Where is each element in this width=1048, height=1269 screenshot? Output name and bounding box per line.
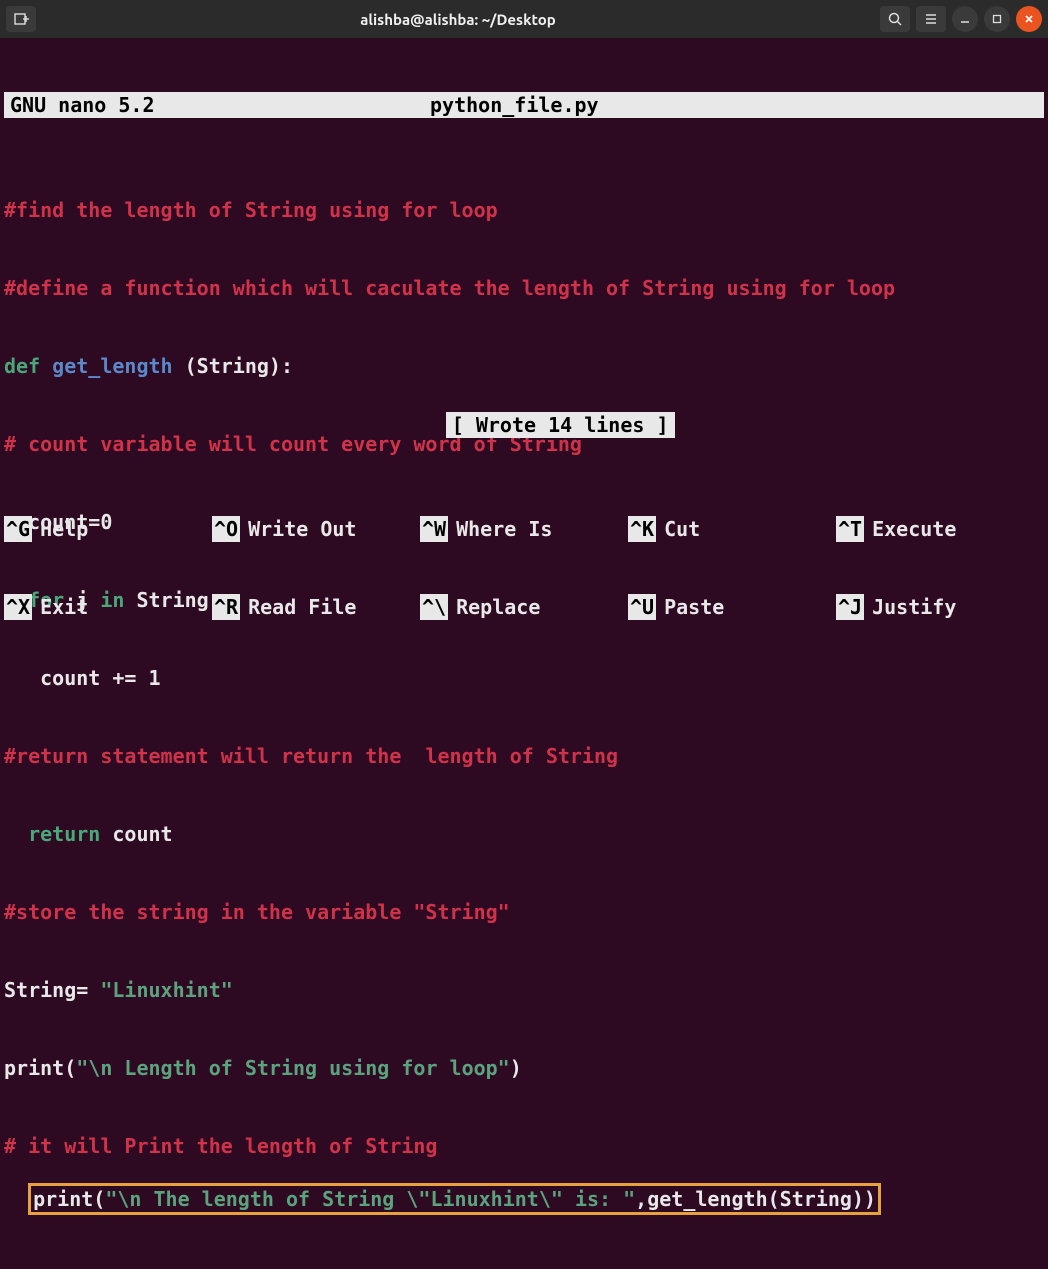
terminal-area[interactable]: GNU nano 5.2 python_file.py #find the le… (0, 38, 1048, 1269)
new-tab-button[interactable] (6, 6, 36, 32)
menu-button[interactable] (916, 6, 946, 32)
highlighted-line: print("\n The length of String \"Linuxhi… (28, 1183, 881, 1215)
shortcut-row: ^GHelp ^OWrite Out ^WWhere Is ^KCut ^TEx… (4, 516, 1044, 542)
status-line: [ Wrote 14 lines ] (4, 386, 1044, 464)
close-button[interactable] (1016, 6, 1042, 32)
search-button[interactable] (880, 6, 910, 32)
code-line: String= "Linuxhint" (4, 977, 1044, 1003)
nano-footer: [ Wrote 14 lines ] ^GHelp ^OWrite Out ^W… (4, 334, 1044, 672)
code-line: #store the string in the variable "Strin… (4, 899, 1044, 925)
status-message: [ Wrote 14 lines ] (446, 412, 675, 438)
code-line: print("\n Length of String using for loo… (4, 1055, 1044, 1081)
shortcut: ^XExit (4, 594, 212, 620)
shortcut: ^KCut (628, 516, 836, 542)
hamburger-icon (923, 11, 939, 27)
code-line: # it will Print the length of String (4, 1133, 1044, 1159)
minimize-button[interactable] (952, 6, 978, 32)
code-line: return count (4, 821, 1044, 847)
nano-app-name: GNU nano 5.2 (10, 92, 430, 118)
shortcut: ^TExecute (836, 516, 1044, 542)
code-line: #find the length of String using for loo… (4, 197, 1044, 223)
close-icon (1023, 13, 1035, 25)
shortcut: ^GHelp (4, 516, 212, 542)
minimize-icon (959, 13, 971, 25)
shortcut: ^UPaste (628, 594, 836, 620)
maximize-icon (991, 13, 1003, 25)
nano-header: GNU nano 5.2 python_file.py (4, 92, 1044, 118)
shortcut-row: ^XExit ^RRead File ^\Replace ^UPaste ^JJ… (4, 594, 1044, 620)
window-title: alishba@alishba: ~/Desktop (36, 11, 880, 28)
code-line: #define a function which will caculate t… (4, 275, 1044, 301)
shortcut: ^RRead File (212, 594, 420, 620)
shortcut: ^JJustify (836, 594, 1044, 620)
nano-filename: python_file.py (430, 92, 1038, 118)
window-titlebar: alishba@alishba: ~/Desktop (0, 0, 1048, 38)
tab-new-icon (13, 11, 29, 27)
shortcut: ^OWrite Out (212, 516, 420, 542)
search-icon (887, 11, 903, 27)
maximize-button[interactable] (984, 6, 1010, 32)
shortcut: ^WWhere Is (420, 516, 628, 542)
code-line: #return statement will return the length… (4, 743, 1044, 769)
shortcut: ^\Replace (420, 594, 628, 620)
